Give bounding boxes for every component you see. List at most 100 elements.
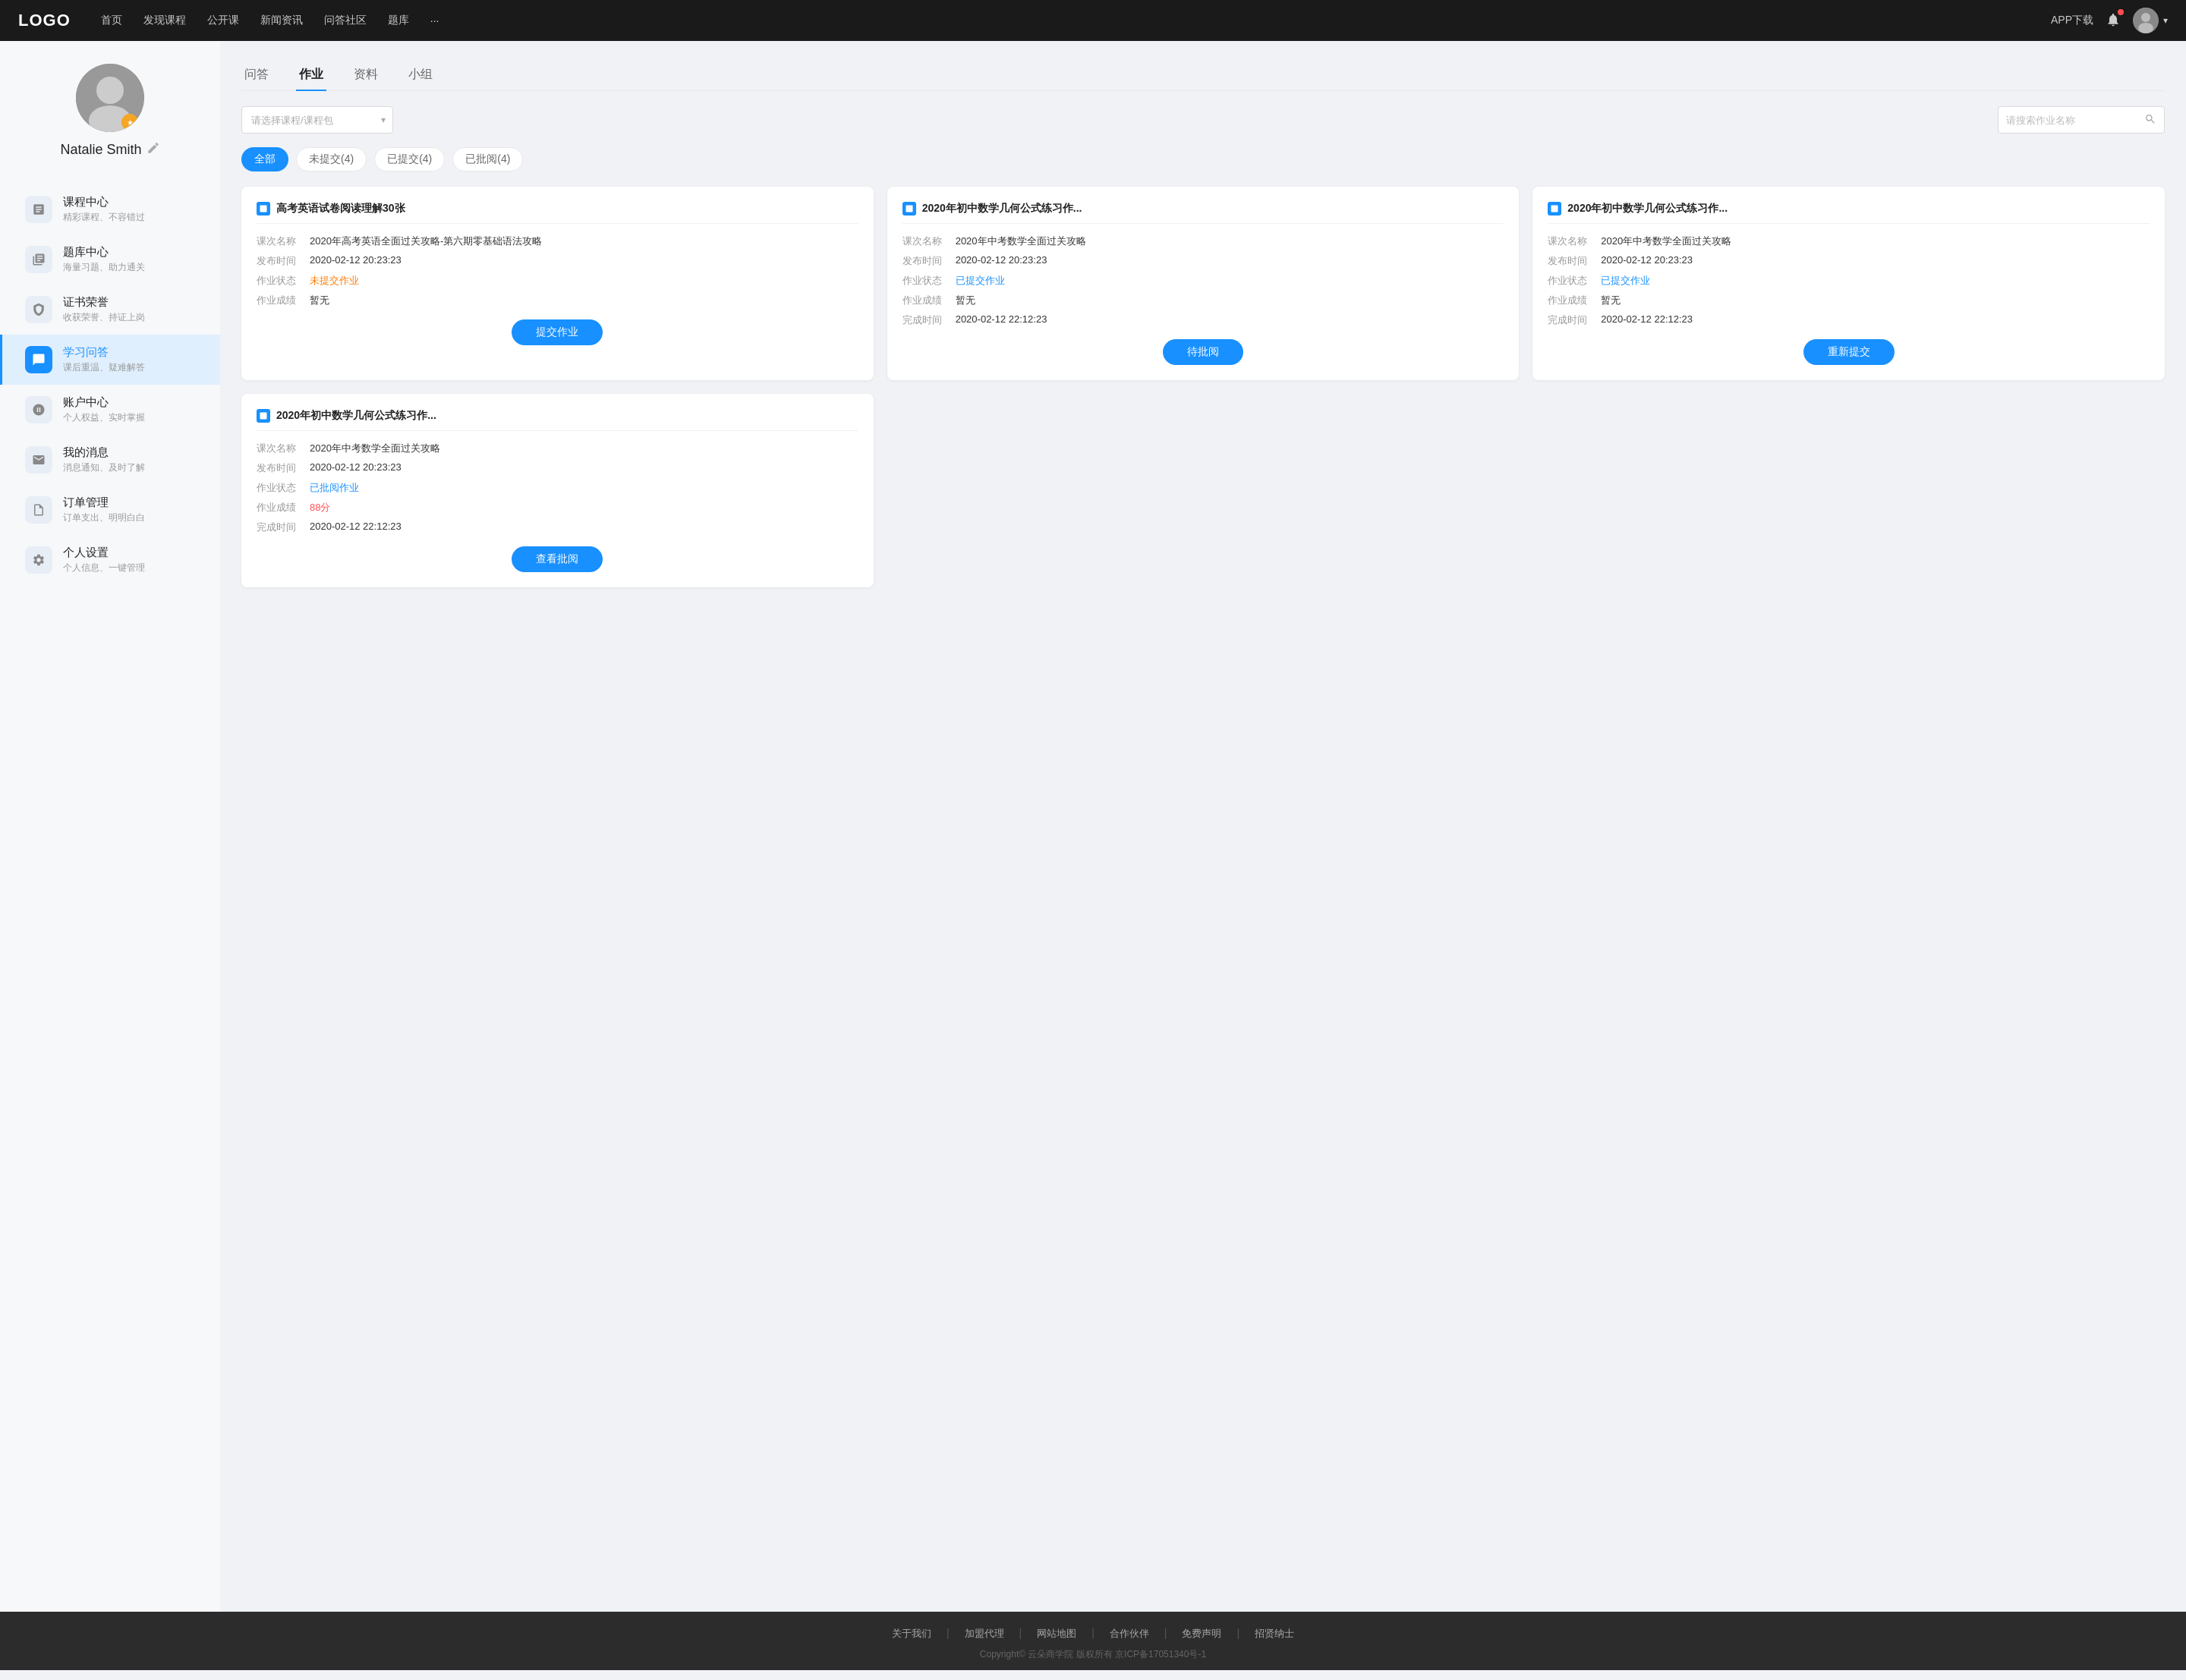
- footer-partners[interactable]: 合作伙伴: [1110, 1627, 1149, 1641]
- pending-review-button-2[interactable]: 待批阅: [1163, 339, 1243, 365]
- questionbank-icon: [25, 246, 52, 273]
- courses-title: 课程中心: [63, 195, 145, 209]
- status-tab-reviewed[interactable]: 已批阅(4): [452, 147, 523, 171]
- avatar-chevron: ▾: [2163, 15, 2168, 26]
- status-tab-not-submitted[interactable]: 未提交(4): [296, 147, 367, 171]
- qa-subtitle: 课后重温、疑难解答: [63, 361, 145, 374]
- complete-time-3: 2020-02-12 22:12:23: [1601, 313, 2150, 325]
- sidebar-item-messages[interactable]: 我的消息 消息通知、及时了解: [0, 435, 220, 485]
- view-review-button-4[interactable]: 查看批阅: [512, 546, 603, 572]
- nav-home[interactable]: 首页: [101, 14, 122, 27]
- content-tabs: 问答 作业 资料 小组: [241, 59, 2165, 91]
- nav-discover[interactable]: 发现课程: [143, 14, 186, 27]
- footer-sitemap[interactable]: 网站地图: [1037, 1627, 1076, 1641]
- nav-quiz[interactable]: 题库: [388, 14, 409, 27]
- homework-card-2: 2020年初中数学几何公式练习作... 课次名称 2020年中考数学全面过关攻略…: [887, 187, 1520, 380]
- app-download-link[interactable]: APP下载: [2051, 14, 2093, 27]
- course-select[interactable]: 请选择课程/课程包: [241, 106, 393, 134]
- status-tab-all[interactable]: 全部: [241, 147, 288, 171]
- sidebar-item-settings[interactable]: 个人设置 个人信息、一键管理: [0, 535, 220, 585]
- publish-time-3: 2020-02-12 20:23:23: [1601, 254, 2150, 266]
- publish-time-1: 2020-02-12 20:23:23: [310, 254, 858, 266]
- sidebar-item-qa[interactable]: 学习问答 课后重温、疑难解答: [0, 335, 220, 385]
- tab-qa[interactable]: 问答: [241, 59, 272, 90]
- footer-join[interactable]: 招贤纳士: [1255, 1627, 1294, 1641]
- nav-qa[interactable]: 问答社区: [324, 14, 367, 27]
- card-title-1: 高考英语试卷阅读理解30张: [276, 202, 405, 216]
- tab-homework[interactable]: 作业: [296, 59, 326, 90]
- card-badge-2: [902, 202, 916, 216]
- cards-grid: 高考英语试卷阅读理解30张 课次名称 2020年高考英语全面过关攻略-第六期零基…: [241, 187, 2165, 587]
- status-4: 已批阅作业: [310, 481, 858, 495]
- certificates-icon: [25, 296, 52, 323]
- user-avatar: [2133, 8, 2159, 33]
- orders-title: 订单管理: [63, 496, 145, 510]
- user-avatar-button[interactable]: ▾: [2133, 8, 2168, 33]
- search-box: [1998, 106, 2165, 134]
- profile-edit-icon[interactable]: [146, 141, 160, 159]
- submit-button-1[interactable]: 提交作业: [512, 319, 603, 345]
- label: 课次名称: [257, 234, 310, 248]
- sidebar-item-questionbank[interactable]: 题库中心 海量习题、助力通关: [0, 234, 220, 285]
- score-2: 暂无: [956, 294, 1504, 307]
- course-name-1: 2020年高考英语全面过关攻略-第六期零基础语法攻略: [310, 234, 858, 248]
- homework-card-1: 高考英语试卷阅读理解30张 课次名称 2020年高考英语全面过关攻略-第六期零基…: [241, 187, 874, 380]
- questionbank-title: 题库中心: [63, 245, 145, 260]
- sidebar-item-certificates[interactable]: 证书荣誉 收获荣誉、持证上岗: [0, 285, 220, 335]
- svg-point-2: [2138, 23, 2153, 33]
- status-tab-submitted[interactable]: 已提交(4): [374, 147, 445, 171]
- sidebar-item-orders[interactable]: 订单管理 订单支出、明明白白: [0, 485, 220, 535]
- navbar: LOGO 首页 发现课程 公开课 新闻资讯 问答社区 题库 ··· APP下载 …: [0, 0, 2186, 41]
- card-badge-1: [257, 202, 270, 216]
- footer-about[interactable]: 关于我们: [892, 1627, 931, 1641]
- footer-copyright: Copyright© 云朵商学院 版权所有 京ICP备17051340号-1: [0, 1648, 2186, 1661]
- notification-bell[interactable]: [2106, 12, 2121, 30]
- course-name-2: 2020年中考数学全面过关攻略: [956, 234, 1504, 248]
- sidebar: ★ Natalie Smith 课程中心 精彩课程、不容错过: [0, 41, 220, 1612]
- footer-disclaimer[interactable]: 免费声明: [1182, 1627, 1221, 1641]
- footer-franchise[interactable]: 加盟代理: [965, 1627, 1004, 1641]
- footer-links: 关于我们 | 加盟代理 | 网站地图 | 合作伙伴 | 免费声明 | 招贤纳士: [0, 1627, 2186, 1641]
- main-content: 问答 作业 资料 小组 请选择课程/课程包 全部: [220, 41, 2186, 1612]
- main-layout: ★ Natalie Smith 课程中心 精彩课程、不容错过: [0, 41, 2186, 1612]
- messages-subtitle: 消息通知、及时了解: [63, 461, 145, 474]
- profile-name-text: Natalie Smith: [60, 142, 141, 158]
- score-3: 暂无: [1601, 294, 2150, 307]
- messages-icon: [25, 446, 52, 473]
- publish-time-2: 2020-02-12 20:23:23: [956, 254, 1504, 266]
- course-name-4: 2020年中考数学全面过关攻略: [310, 442, 858, 455]
- svg-point-1: [2141, 13, 2150, 22]
- filter-row: 请选择课程/课程包: [241, 106, 2165, 134]
- nav-open-course[interactable]: 公开课: [207, 14, 239, 27]
- nav-news[interactable]: 新闻资讯: [260, 14, 303, 27]
- svg-point-4: [96, 77, 124, 104]
- search-icon[interactable]: [2144, 113, 2156, 127]
- card-title-3: 2020年初中数学几何公式练习作...: [1567, 202, 1728, 216]
- publish-time-4: 2020-02-12 20:23:23: [310, 461, 858, 473]
- status-3: 已提交作业: [1601, 274, 2150, 288]
- card-badge-3: [1548, 202, 1561, 216]
- settings-title: 个人设置: [63, 546, 145, 560]
- orders-subtitle: 订单支出、明明白白: [63, 511, 145, 524]
- sidebar-item-account[interactable]: 账户中心 个人权益、实时掌握: [0, 385, 220, 435]
- tab-materials[interactable]: 资料: [351, 59, 381, 90]
- sidebar-item-courses[interactable]: 课程中心 精彩课程、不容错过: [0, 184, 220, 234]
- resubmit-button-3[interactable]: 重新提交: [1803, 339, 1895, 365]
- sidebar-menu: 课程中心 精彩课程、不容错过 题库中心 海量习题、助力通关 证书荣誉: [0, 184, 220, 585]
- navbar-right: APP下载 ▾: [2051, 8, 2168, 33]
- questionbank-subtitle: 海量习题、助力通关: [63, 261, 145, 274]
- account-icon: [25, 396, 52, 423]
- tab-group[interactable]: 小组: [405, 59, 436, 90]
- nav-more[interactable]: ···: [430, 14, 439, 27]
- profile-avatar: ★: [76, 64, 144, 132]
- notification-badge: [2118, 9, 2124, 15]
- vip-badge: ★: [121, 114, 138, 131]
- search-input[interactable]: [2006, 115, 2144, 126]
- settings-subtitle: 个人信息、一键管理: [63, 562, 145, 574]
- status-2: 已提交作业: [956, 274, 1504, 288]
- profile-name: Natalie Smith: [60, 141, 159, 159]
- status-tabs: 全部 未提交(4) 已提交(4) 已批阅(4): [241, 147, 2165, 171]
- logo[interactable]: LOGO: [18, 11, 71, 30]
- nav-menu: 首页 发现课程 公开课 新闻资讯 问答社区 题库 ···: [101, 14, 2051, 27]
- certificates-title: 证书荣誉: [63, 295, 145, 310]
